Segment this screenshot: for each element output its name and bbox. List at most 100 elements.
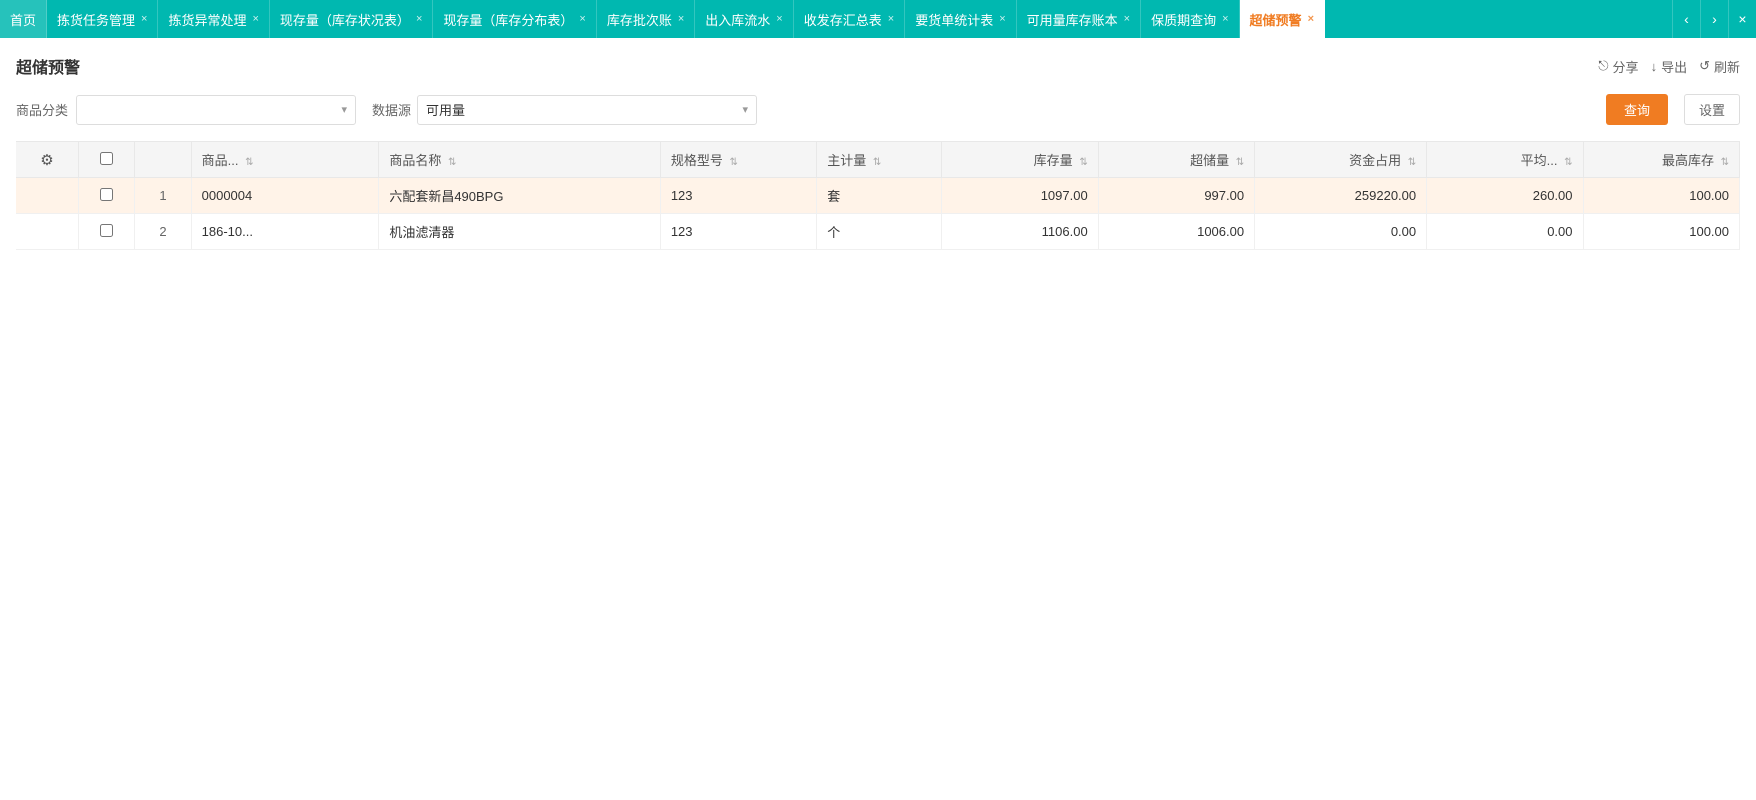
row-code: 186-10... [191, 214, 379, 250]
table-row: 2 186-10... 机油滤清器 123 个 1106.00 1006.00 … [16, 214, 1740, 250]
export-icon: ↓ [1651, 59, 1658, 74]
row-name: 机油滤清器 [379, 214, 661, 250]
nav-item-quality[interactable]: 保质期查询 × [1141, 0, 1239, 38]
row-avg: 260.00 [1427, 178, 1583, 214]
query-button[interactable]: 查询 [1606, 94, 1668, 125]
nav-next-button[interactable]: › [1700, 0, 1728, 38]
close-icon[interactable]: × [1308, 13, 1314, 25]
sort-icon[interactable]: ⇅ [448, 157, 456, 168]
close-icon[interactable]: × [888, 13, 894, 25]
page-title: 超储预警 [16, 54, 80, 78]
category-filter-group: 商品分类 ▾ [16, 95, 356, 125]
row-checkbox-cell [79, 178, 135, 214]
sort-icon[interactable]: ⇅ [1236, 157, 1244, 168]
share-button[interactable]: ⎋ 分享 [1598, 57, 1638, 76]
row-maxstock: 100.00 [1583, 214, 1739, 250]
table-row: 1 0000004 六配套新昌490BPG 123 套 1097.00 997.… [16, 178, 1740, 214]
row-number: 2 [135, 214, 191, 250]
row-code: 0000004 [191, 178, 379, 214]
row-name: 六配套新昌490BPG [379, 178, 661, 214]
close-icon[interactable]: × [141, 13, 147, 25]
nav-item-flow[interactable]: 出入库流水 × [695, 0, 793, 38]
close-icon[interactable]: × [1222, 13, 1228, 25]
sort-icon[interactable]: ⇅ [1079, 157, 1087, 168]
row-settings-cell [16, 178, 79, 214]
row-settings-cell [16, 214, 79, 250]
nav-item-task[interactable]: 拣货任务管理 × [47, 0, 158, 38]
th-name: 商品名称 ⇅ [379, 142, 661, 178]
sort-icon[interactable]: ⇅ [1721, 157, 1729, 168]
row-checkbox-cell [79, 214, 135, 250]
th-spec: 规格型号 ⇅ [660, 142, 816, 178]
close-icon[interactable]: × [579, 13, 585, 25]
close-icon[interactable]: × [678, 13, 684, 25]
export-button[interactable]: ↓ 导出 [1651, 57, 1688, 76]
th-code: 商品... ⇅ [191, 142, 379, 178]
nav-item-home[interactable]: 首页 [0, 0, 47, 38]
refresh-button[interactable]: ↺ 刷新 [1699, 57, 1740, 76]
row-spec: 123 [660, 178, 816, 214]
row-spec: 123 [660, 214, 816, 250]
th-avg: 平均... ⇅ [1427, 142, 1583, 178]
data-table: ⚙ 商品... ⇅ 商品名称 ⇅ 规格型号 ⇅ [16, 141, 1740, 250]
sort-icon[interactable]: ⇅ [245, 157, 253, 168]
sort-icon[interactable]: ⇅ [1408, 157, 1416, 168]
close-icon[interactable]: × [1124, 13, 1130, 25]
row-capital: 259220.00 [1255, 178, 1427, 214]
sort-icon[interactable]: ⇅ [729, 157, 737, 168]
row-checkbox[interactable] [100, 224, 113, 237]
filter-row: 商品分类 ▾ 数据源 可用量 ▾ 查询 设置 [16, 94, 1740, 125]
th-checkbox [79, 142, 135, 178]
row-maxstock: 100.00 [1583, 178, 1739, 214]
row-avg: 0.00 [1427, 214, 1583, 250]
nav-item-order-stat[interactable]: 要货单统计表 × [905, 0, 1016, 38]
row-capital: 0.00 [1255, 214, 1427, 250]
top-nav: 首页 拣货任务管理 × 拣货异常处理 × 现存量（库存状况表） × 现存量（库存… [0, 0, 1756, 38]
row-number: 1 [135, 178, 191, 214]
th-settings: ⚙ [16, 142, 79, 178]
row-unit: 个 [817, 214, 942, 250]
nav-item-abnormal[interactable]: 拣货异常处理 × [158, 0, 269, 38]
gear-icon[interactable]: ⚙ [40, 152, 53, 169]
row-over: 997.00 [1098, 178, 1254, 214]
datasource-label: 数据源 [372, 100, 411, 119]
close-icon[interactable]: × [776, 13, 782, 25]
select-all-checkbox[interactable] [100, 152, 113, 165]
chevron-down-icon: ▾ [743, 103, 749, 116]
nav-item-batch[interactable]: 库存批次账 × [597, 0, 695, 38]
close-icon[interactable]: × [999, 13, 1005, 25]
table-header-row: ⚙ 商品... ⇅ 商品名称 ⇅ 规格型号 ⇅ [16, 142, 1740, 178]
th-stock: 库存量 ⇅ [942, 142, 1098, 178]
settings-button[interactable]: 设置 [1684, 94, 1740, 125]
nav-prev-button[interactable]: ‹ [1672, 0, 1700, 38]
th-over: 超储量 ⇅ [1098, 142, 1254, 178]
th-number [135, 142, 191, 178]
share-icon: ⎋ [1598, 58, 1608, 74]
row-checkbox[interactable] [100, 188, 113, 201]
close-icon[interactable]: × [416, 13, 422, 25]
nav-item-summary[interactable]: 收发存汇总表 × [794, 0, 905, 38]
row-over: 1006.00 [1098, 214, 1254, 250]
row-unit: 套 [817, 178, 942, 214]
close-icon[interactable]: × [252, 13, 258, 25]
row-stock: 1106.00 [942, 214, 1098, 250]
datasource-filter-group: 数据源 可用量 ▾ [372, 95, 757, 125]
row-stock: 1097.00 [942, 178, 1098, 214]
datasource-select[interactable]: 可用量 ▾ [417, 95, 757, 125]
main-content: 超储预警 ⎋ 分享 ↓ 导出 ↺ 刷新 商品分类 ▾ 数据源 [0, 38, 1756, 800]
nav-close-all-button[interactable]: × [1728, 0, 1756, 38]
th-unit: 主计量 ⇅ [817, 142, 942, 178]
header-actions: ⎋ 分享 ↓ 导出 ↺ 刷新 [1598, 57, 1740, 76]
nav-item-inventory-status[interactable]: 现存量（库存状况表） × [270, 0, 433, 38]
nav-arrows: ‹ › × [1672, 0, 1756, 38]
datasource-select-value: 可用量 [426, 100, 465, 119]
page-header: 超储预警 ⎋ 分享 ↓ 导出 ↺ 刷新 [16, 54, 1740, 78]
nav-item-inventory-dist[interactable]: 现存量（库存分布表） × [433, 0, 596, 38]
category-select[interactable]: ▾ [76, 95, 356, 125]
th-maxstock: 最高库存 ⇅ [1583, 142, 1739, 178]
nav-item-avail-ledger[interactable]: 可用量库存账本 × [1017, 0, 1141, 38]
nav-item-overstock[interactable]: 超储预警 × [1240, 0, 1325, 38]
sort-icon[interactable]: ⇅ [1564, 157, 1572, 168]
sort-icon[interactable]: ⇅ [873, 157, 881, 168]
chevron-down-icon: ▾ [341, 103, 347, 116]
